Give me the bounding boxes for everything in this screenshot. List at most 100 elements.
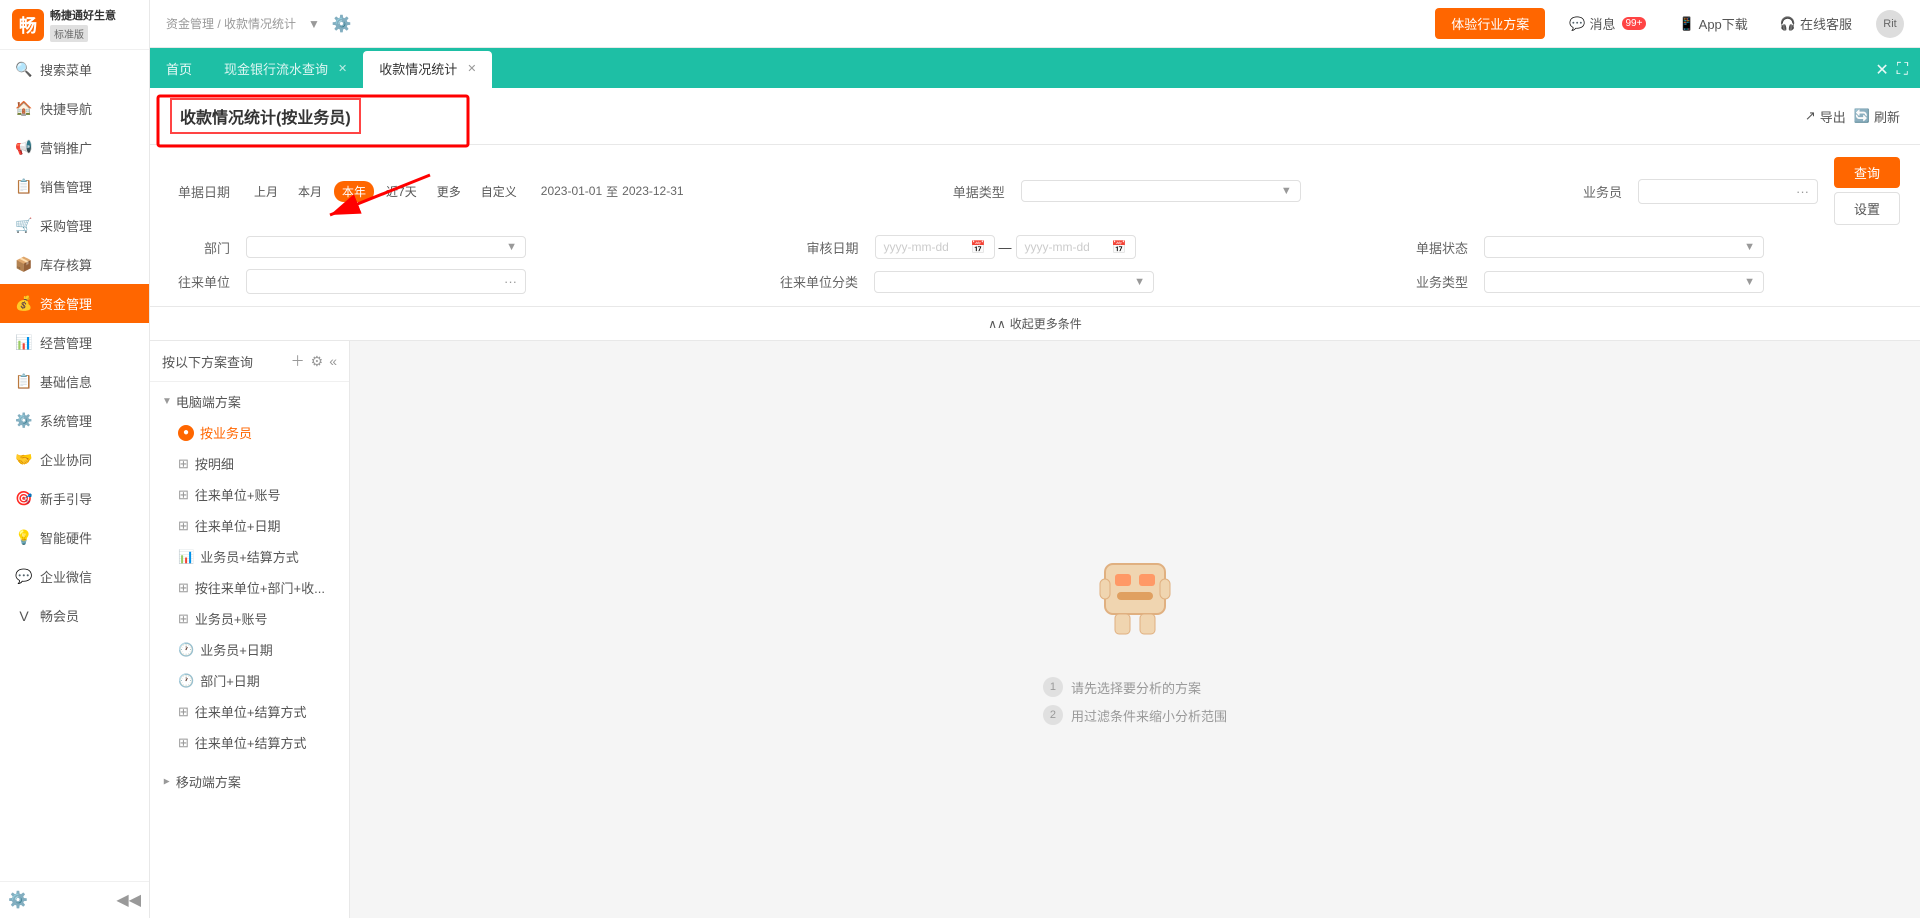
settings-footer-icon[interactable]: ⚙️ — [8, 890, 28, 910]
sidebar-item-label: 企业微信 — [40, 567, 92, 586]
sidebar-item-label: 智能硬件 — [40, 528, 92, 547]
enterprise-icon: 🤝 — [16, 452, 32, 468]
refresh-button[interactable]: 🔄 刷新 — [1854, 107, 1900, 126]
setting-button[interactable]: 设置 — [1834, 192, 1900, 225]
tip-num-2: 2 — [1043, 705, 1063, 725]
online-service-button[interactable]: 🎧 在线客服 — [1772, 10, 1860, 37]
scheme-item-salesperson-settlement[interactable]: 📊 业务员+结算方式 — [150, 541, 349, 572]
user-avatar[interactable]: Rit — [1876, 10, 1904, 38]
dept-select[interactable]: ▼ — [246, 236, 526, 258]
breadcrumb-dropdown-icon[interactable]: ▼ — [308, 17, 320, 31]
scheme-settings-icon[interactable]: ⚙ — [311, 353, 324, 370]
scheme-collapse-icon[interactable]: « — [329, 353, 337, 369]
message-button[interactable]: 💬 消息 99+ — [1561, 10, 1654, 37]
tab-bank-flow-label: 现金银行流水查询 — [224, 59, 328, 78]
tab-close-all-icon[interactable]: ✕ — [1875, 60, 1888, 80]
doc-type-select[interactable]: ▼ — [1021, 180, 1301, 202]
tab-bank-flow-close[interactable]: ✕ — [338, 62, 347, 75]
scheme-item-salesperson-date[interactable]: 🕐 业务员+日期 — [150, 634, 349, 665]
sidebar-item-label: 资金管理 — [40, 294, 92, 313]
sidebar-item-quick-nav[interactable]: 🏠 快捷导航 — [0, 89, 149, 128]
date-tab-this-year[interactable]: 本年 — [334, 181, 374, 202]
scheme-item-salesperson-account[interactable]: ⊞ 业务员+账号 — [150, 603, 349, 634]
date-tab-custom[interactable]: 自定义 — [473, 181, 525, 202]
date-range: 2023-01-01 至 2023-12-31 — [541, 183, 684, 200]
scheme-group-pc-header[interactable]: ▼ 电脑端方案 — [150, 386, 349, 417]
doc-status-select[interactable]: ▼ — [1484, 236, 1764, 258]
biz-type-select[interactable]: ▼ — [1484, 271, 1764, 293]
sidebar-item-marketing[interactable]: 📢 营销推广 — [0, 128, 149, 167]
tab-receipt-stat-label: 收款情况统计 — [379, 59, 457, 78]
dept-chevron: ▼ — [506, 241, 517, 253]
date-tab-7days[interactable]: 近7天 — [378, 181, 425, 202]
scheme-item-counterpart-account[interactable]: ⊞ 往来单位+账号 — [150, 479, 349, 510]
collapse-button[interactable]: ∧∧ 收起更多条件 — [988, 315, 1082, 332]
export-button[interactable]: ↗ 导出 — [1805, 107, 1846, 126]
logo-badge: 标准版 — [50, 25, 88, 42]
tab-bank-flow[interactable]: 现金银行流水查询 ✕ — [208, 51, 363, 88]
empty-tips: 1 请先选择要分析的方案 2 用过滤条件来缩小分析范围 — [1043, 677, 1227, 725]
scheme-item-counterpart-dept[interactable]: ⊞ 按往来单位+部门+收... — [150, 572, 349, 603]
tip-num-1: 1 — [1043, 677, 1063, 697]
sidebar-item-label: 基础信息 — [40, 372, 92, 391]
service-icon: 🎧 — [1780, 16, 1796, 32]
sidebar-item-wechat[interactable]: 💬 企业微信 — [0, 557, 149, 596]
scheme-item-by-detail[interactable]: ⊞ 按明细 — [150, 448, 349, 479]
sidebar-item-member[interactable]: V 畅会员 — [0, 596, 149, 635]
date-tab-last-month[interactable]: 上月 — [246, 181, 286, 202]
filter-row-2: 部门 ▼ 审核日期 yyyy-mm-dd 📅 — yy — [170, 235, 1900, 259]
sidebar-item-search-menu[interactable]: 🔍 搜索菜单 — [0, 50, 149, 89]
collapse-sidebar-icon[interactable]: ◀◀ — [116, 890, 141, 910]
scheme-add-icon[interactable]: ＋ — [291, 351, 305, 371]
tab-maximize-icon[interactable]: ⛶ — [1897, 61, 1908, 79]
audit-date-end[interactable]: yyyy-mm-dd 📅 — [1016, 235, 1136, 259]
settings-header-icon[interactable]: ⚙️ — [332, 14, 352, 34]
audit-date-end-icon: 📅 — [1112, 240, 1127, 254]
sidebar-item-inventory[interactable]: 📦 库存核算 — [0, 245, 149, 284]
sidebar-item-guide[interactable]: 🎯 新手引导 — [0, 479, 149, 518]
scheme-item-counterpart-date[interactable]: ⊞ 往来单位+日期 — [150, 510, 349, 541]
date-tab-this-month[interactable]: 本月 — [290, 181, 330, 202]
filter-row-3: 往来单位 ··· 往来单位分类 ▼ 业务类型 ▼ — [170, 269, 1900, 294]
sidebar-item-label: 畅会员 — [40, 606, 79, 625]
sidebar-item-smart-hw[interactable]: 💡 智能硬件 — [0, 518, 149, 557]
app-download-label: App下载 — [1699, 14, 1748, 33]
tab-receipt-stat[interactable]: 收款情况统计 ✕ — [363, 51, 492, 88]
salesperson-select[interactable]: ··· — [1638, 179, 1818, 204]
tab-receipt-stat-close[interactable]: ✕ — [467, 62, 476, 75]
sidebar-item-finance[interactable]: 💰 资金管理 — [0, 284, 149, 323]
sidebar-item-enterprise[interactable]: 🤝 企业协同 — [0, 440, 149, 479]
audit-date-start[interactable]: yyyy-mm-dd 📅 — [875, 235, 995, 259]
audit-date-end-placeholder: yyyy-mm-dd — [1025, 240, 1090, 254]
tab-home[interactable]: 首页 — [150, 51, 208, 88]
scheme-item-label: 往来单位+结算方式 — [195, 702, 307, 721]
scheme-item-label: 业务员+账号 — [195, 609, 268, 628]
doc-type-label: 单据类型 — [945, 182, 1005, 201]
wechat-icon: 💬 — [16, 569, 32, 585]
inventory-icon: 📦 — [16, 257, 32, 273]
system-icon: ⚙️ — [16, 413, 32, 429]
salesperson-more-icon: ··· — [1796, 184, 1809, 199]
sidebar-item-operations[interactable]: 📊 经营管理 — [0, 323, 149, 362]
query-button[interactable]: 查询 — [1834, 157, 1900, 188]
operations-icon: 📊 — [16, 335, 32, 351]
trial-button[interactable]: 体验行业方案 — [1435, 8, 1545, 39]
logo-icon: 畅 — [12, 9, 44, 41]
counterpart-select[interactable]: ··· — [246, 269, 526, 294]
scheme-item-by-salesperson[interactable]: ● 按业务员 — [150, 417, 349, 448]
scheme-group-mobile-header[interactable]: ▼ 移动端方案 — [150, 766, 349, 797]
scheme-item-dept-date[interactable]: 🕐 部门+日期 — [150, 665, 349, 696]
app-download-button[interactable]: 📱 App下载 — [1670, 10, 1755, 37]
scheme-item-counterpart-settlement1[interactable]: ⊞ 往来单位+结算方式 — [150, 696, 349, 727]
sidebar-item-system[interactable]: ⚙️ 系统管理 — [0, 401, 149, 440]
logo-name: 畅捷通好生意 — [50, 7, 116, 23]
message-icon: 💬 — [1569, 16, 1585, 32]
sidebar-item-basic-info[interactable]: 📋 基础信息 — [0, 362, 149, 401]
sidebar-item-sales[interactable]: 📋 销售管理 — [0, 167, 149, 206]
counterpart-type-select[interactable]: ▼ — [874, 271, 1154, 293]
sidebar-item-purchase[interactable]: 🛒 采购管理 — [0, 206, 149, 245]
date-tab-more[interactable]: 更多 — [429, 181, 469, 202]
filter-row-1: 单据日期 上月 本月 本年 近7天 更多 自定义 2023-01-01 至 20… — [170, 157, 1900, 225]
breadcrumb: 资金管理 / 收款情况统计 — [166, 15, 296, 32]
scheme-item-counterpart-settlement2[interactable]: ⊞ 往来单位+结算方式 — [150, 727, 349, 758]
